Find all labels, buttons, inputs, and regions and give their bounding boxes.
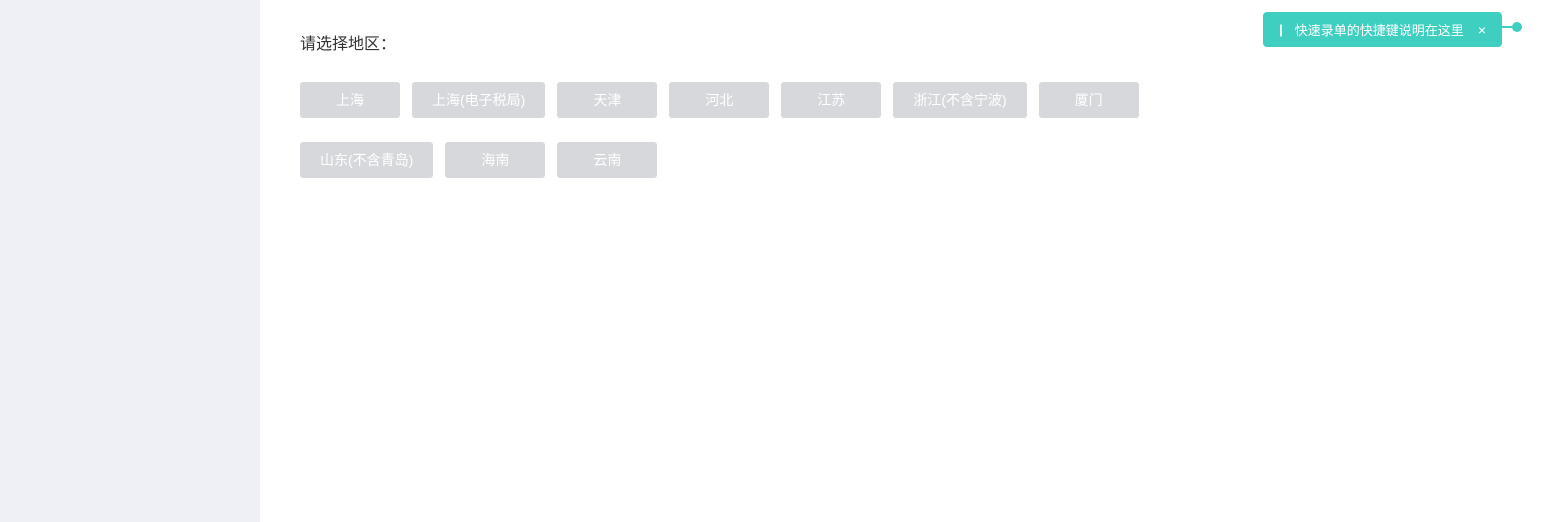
region-btn-山东(不含青岛)[interactable]: 山东(不含青岛): [300, 142, 433, 178]
tooltip-banner: 快速录单的快捷键说明在这里 ×: [1263, 12, 1502, 47]
region-btn-河北[interactable]: 河北: [669, 82, 769, 118]
connector-dot: [1512, 22, 1522, 32]
region-btn-江苏[interactable]: 江苏: [781, 82, 881, 118]
region-button-group: 上海上海(电子税局) 天津河北江苏浙江(不含宁波) 厦门山东(不含青岛) 海南云南: [300, 82, 1522, 178]
region-btn-浙江(不含宁波)[interactable]: 浙江(不含宁波): [893, 82, 1026, 118]
tooltip-close-button[interactable]: ×: [1478, 22, 1486, 38]
region-btn-天津[interactable]: 天津: [557, 82, 657, 118]
tooltip-text: 快速录单的快捷键说明在这里: [1295, 20, 1464, 39]
region-btn-海南[interactable]: 海南: [445, 142, 545, 178]
region-btn-上海[interactable]: 上海: [300, 82, 400, 118]
region-btn-上海(电子税局)[interactable]: 上海(电子税局): [412, 82, 545, 118]
region-row-2: 山东(不含青岛) 海南云南: [300, 142, 1522, 178]
connector-line: [1494, 26, 1512, 28]
region-row-1: 上海上海(电子税局) 天津河北江苏浙江(不含宁波) 厦门: [300, 82, 1522, 118]
region-btn-厦门[interactable]: 厦门: [1039, 82, 1139, 118]
main-content: 请选择地区： 上海上海(电子税局)天津河北江苏浙江(不含宁波)厦门山东(不含青岛…: [260, 0, 1562, 522]
region-btn-云南[interactable]: 云南: [557, 142, 657, 178]
sidebar: [0, 0, 260, 522]
